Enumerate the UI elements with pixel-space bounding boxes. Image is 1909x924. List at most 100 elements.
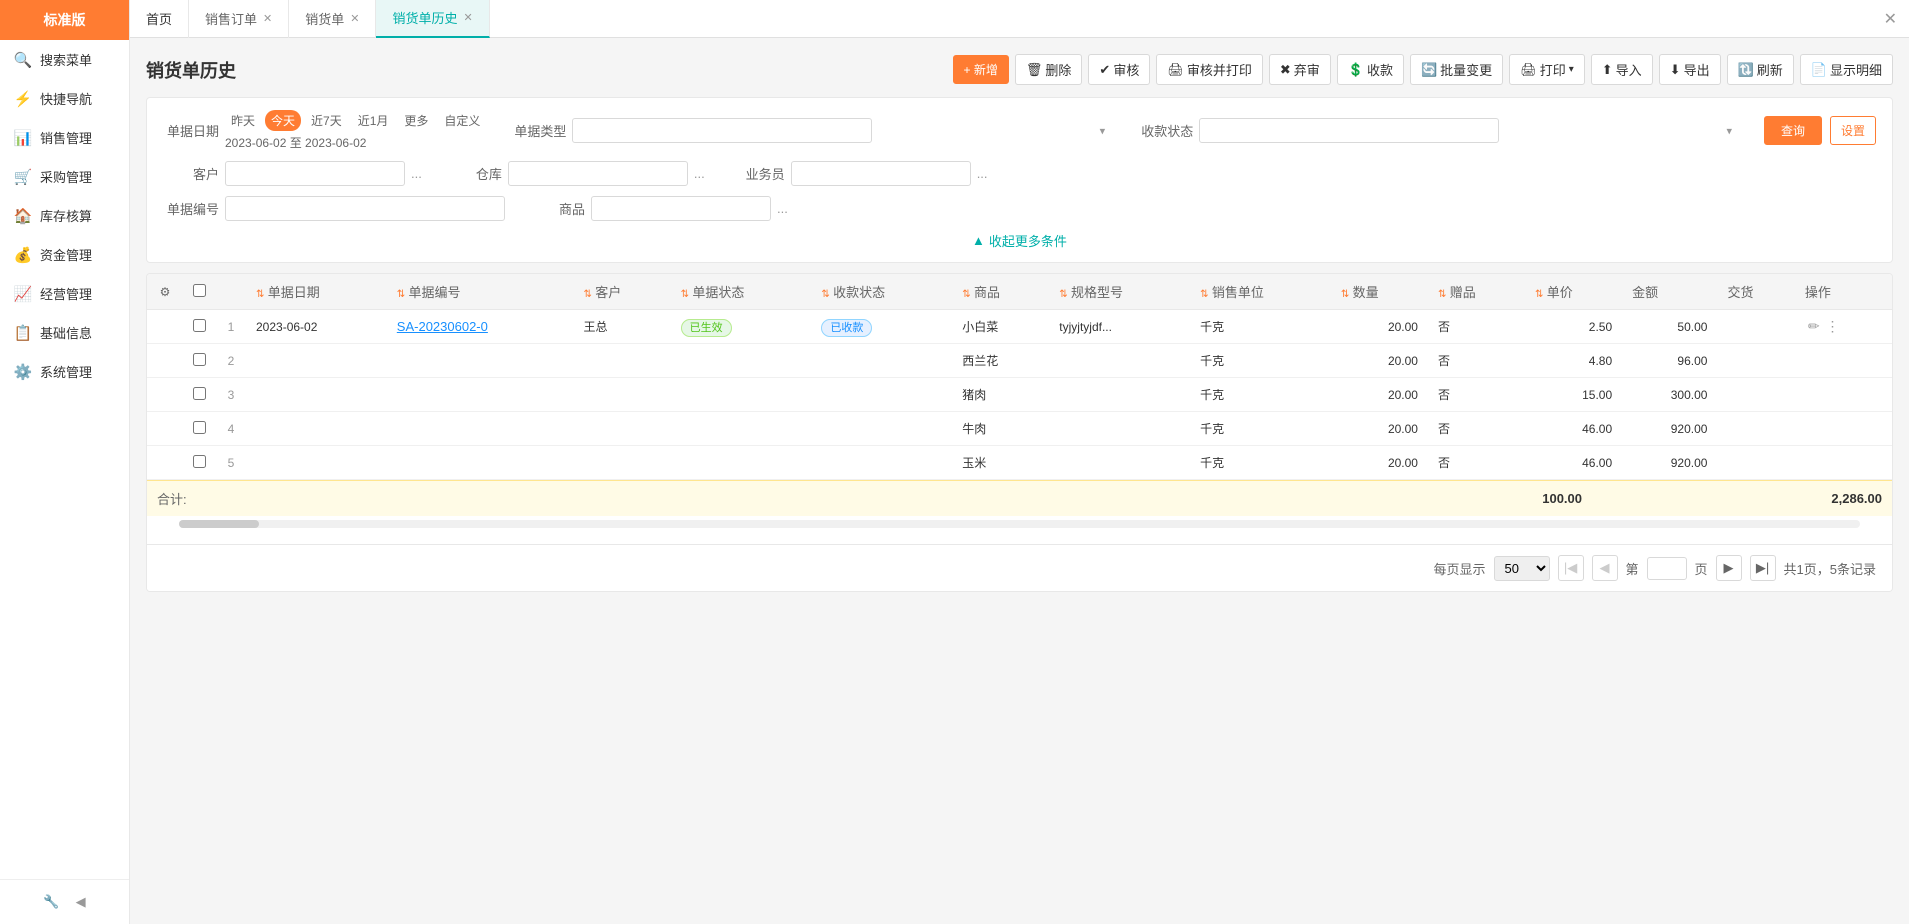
row-checkbox-cell[interactable] bbox=[183, 378, 216, 412]
row-checkbox[interactable] bbox=[193, 421, 206, 434]
tab-bar: 首页 销售订单 ✕ 销货单 ✕ 销货单历史 ✕ ✕ bbox=[130, 0, 1909, 38]
customer-ellipsis-icon[interactable]: ... bbox=[411, 166, 422, 181]
col-collect-status[interactable]: ⇅ 收款状态 bbox=[811, 274, 952, 310]
sort-icon: ⇅ bbox=[681, 289, 689, 300]
delete-button[interactable]: 🗑 删除 bbox=[1015, 54, 1083, 85]
audit-button[interactable]: ✔ 审核 bbox=[1088, 54, 1150, 85]
select-all-checkbox[interactable] bbox=[193, 284, 206, 297]
staff-input[interactable] bbox=[791, 161, 971, 186]
print-button[interactable]: 🖨 打印 ▾ bbox=[1509, 54, 1585, 85]
batch-change-button[interactable]: 🔄 批量变更 bbox=[1410, 54, 1503, 85]
horizontal-scrollbar[interactable] bbox=[179, 520, 1860, 528]
row-doc-status: 已生效 bbox=[671, 310, 812, 344]
row-checkbox[interactable] bbox=[193, 387, 206, 400]
col-doc-status[interactable]: ⇅ 单据状态 bbox=[671, 274, 812, 310]
collect-button[interactable]: 💲 收款 bbox=[1337, 54, 1404, 85]
query-button[interactable]: 查询 bbox=[1764, 116, 1822, 145]
shortcut-custom[interactable]: 自定义 bbox=[438, 110, 486, 131]
col-doc-no[interactable]: ⇅ 单据编号 bbox=[387, 274, 574, 310]
settings-bottom-icon[interactable]: 🔧 bbox=[43, 894, 59, 910]
show-detail-button[interactable]: 📄 显示明细 bbox=[1800, 54, 1893, 85]
sidebar-item-search-menu[interactable]: 🔍 搜索菜单 bbox=[0, 40, 129, 79]
doc-no-input[interactable] bbox=[225, 196, 505, 221]
shortcut-more[interactable]: 更多 bbox=[398, 110, 434, 131]
operation-mgmt-icon: 📈 bbox=[14, 285, 32, 303]
col-quantity[interactable]: ⇅ 数量 bbox=[1331, 274, 1428, 310]
abandon-button[interactable]: ✖ 弃审 bbox=[1269, 54, 1331, 85]
row-checkbox[interactable] bbox=[193, 353, 206, 366]
footer-total-amount: 2,286.00 bbox=[1802, 491, 1882, 506]
col-goods[interactable]: ⇅ 商品 bbox=[952, 274, 1049, 310]
sidebar-item-system-mgmt[interactable]: ⚙️ 系统管理 bbox=[0, 352, 129, 391]
filter-date-item: 单据日期 昨天 今天 近7天 近1月 更多 自定义 2023-06-02 至 2… bbox=[163, 110, 486, 151]
date-shortcuts: 昨天 今天 近7天 近1月 更多 自定义 2023-06-02 至 2023-0… bbox=[225, 110, 486, 151]
row-checkbox-cell[interactable] bbox=[183, 446, 216, 480]
edit-action-btn[interactable]: ✏ bbox=[1805, 318, 1823, 334]
staff-ellipsis-icon[interactable]: ... bbox=[977, 166, 988, 181]
new-button[interactable]: + 新增 bbox=[953, 55, 1009, 84]
tab-sales-order[interactable]: 销售订单 ✕ bbox=[189, 0, 289, 38]
row-checkbox[interactable] bbox=[193, 319, 206, 332]
shortcut-yesterday[interactable]: 昨天 bbox=[225, 110, 261, 131]
print-chevron-icon: ▾ bbox=[1569, 64, 1574, 75]
prev-page-btn[interactable]: ◀ bbox=[1592, 555, 1618, 581]
collapse-button[interactable]: ▲ 收起更多条件 bbox=[163, 231, 1876, 250]
audit-print-button[interactable]: 🖨 审核并打印 bbox=[1156, 54, 1263, 85]
sidebar-item-purchase-mgmt[interactable]: 🛒 采购管理 bbox=[0, 157, 129, 196]
table-footer: 合计: 100.00 2,286.00 bbox=[147, 480, 1892, 516]
col-customer[interactable]: ⇅ 客户 bbox=[574, 274, 671, 310]
row-checkbox-cell[interactable] bbox=[183, 344, 216, 378]
last-page-btn[interactable]: ▶| bbox=[1750, 555, 1776, 581]
export-button[interactable]: ⬇ 导出 bbox=[1659, 54, 1721, 85]
collect-status-select[interactable] bbox=[1199, 118, 1499, 143]
first-page-btn[interactable]: |◀ bbox=[1558, 555, 1584, 581]
col-doc-date[interactable]: ⇅ 单据日期 bbox=[246, 274, 387, 310]
sort-icon: ⇅ bbox=[821, 289, 829, 300]
col-unit-price[interactable]: ⇅ 单价 bbox=[1525, 274, 1622, 310]
tab-home[interactable]: 首页 bbox=[130, 0, 189, 38]
doc-type-select[interactable] bbox=[572, 118, 872, 143]
goods-input[interactable] bbox=[591, 196, 771, 221]
row-checkbox-cell[interactable] bbox=[183, 412, 216, 446]
tab-sales-goods-history-close[interactable]: ✕ bbox=[464, 11, 473, 24]
sidebar-item-sales-mgmt[interactable]: 📊 销售管理 bbox=[0, 118, 129, 157]
setting-button[interactable]: 设置 bbox=[1830, 116, 1876, 145]
shortcut-week7[interactable]: 近7天 bbox=[305, 110, 348, 131]
system-mgmt-icon: ⚙️ bbox=[14, 363, 32, 381]
next-page-btn[interactable]: ▶ bbox=[1716, 555, 1742, 581]
row-checkbox-cell[interactable] bbox=[183, 310, 216, 344]
goods-ellipsis-icon[interactable]: ... bbox=[777, 201, 788, 216]
row-checkbox[interactable] bbox=[193, 455, 206, 468]
import-button[interactable]: ⬆ 导入 bbox=[1591, 54, 1653, 85]
col-sales-unit[interactable]: ⇅ 销售单位 bbox=[1190, 274, 1331, 310]
refresh-button[interactable]: 🔃 刷新 bbox=[1727, 54, 1794, 85]
row-spec bbox=[1049, 344, 1190, 378]
col-spec[interactable]: ⇅ 规格型号 bbox=[1049, 274, 1190, 310]
more-action-btn[interactable]: ⋮ bbox=[1823, 318, 1843, 334]
sidebar-item-basic-info[interactable]: 📋 基础信息 bbox=[0, 313, 129, 352]
scrollbar-thumb[interactable] bbox=[179, 520, 259, 528]
doc-no-link[interactable]: SA-20230602-0 bbox=[397, 319, 488, 334]
tab-sales-order-close[interactable]: ✕ bbox=[263, 12, 272, 25]
row-spec: tyjyjtyjdf... bbox=[1049, 310, 1190, 344]
warehouse-input[interactable] bbox=[508, 161, 688, 186]
sidebar-item-capital-mgmt[interactable]: 💰 资金管理 bbox=[0, 235, 129, 274]
tab-sales-goods[interactable]: 销货单 ✕ bbox=[289, 0, 376, 38]
page-size-select[interactable]: 50 100 200 bbox=[1494, 556, 1550, 581]
col-gift[interactable]: ⇅ 赠品 bbox=[1428, 274, 1525, 310]
sidebar-item-operation-mgmt[interactable]: 📈 经营管理 bbox=[0, 274, 129, 313]
tab-sales-goods-close[interactable]: ✕ bbox=[350, 12, 359, 25]
warehouse-ellipsis-icon[interactable]: ... bbox=[694, 166, 705, 181]
customer-input[interactable] bbox=[225, 161, 405, 186]
shortcut-today[interactable]: 今天 bbox=[265, 110, 301, 131]
sidebar-item-quick-nav[interactable]: ⚡ 快捷导航 bbox=[0, 79, 129, 118]
tab-bar-close-btn[interactable]: ✕ bbox=[1872, 9, 1909, 29]
col-checkbox[interactable] bbox=[183, 274, 216, 310]
tab-sales-goods-history[interactable]: 销货单历史 ✕ bbox=[376, 0, 489, 38]
row-customer bbox=[574, 344, 671, 378]
sidebar-item-inventory-calc[interactable]: 🏠 库存核算 bbox=[0, 196, 129, 235]
collapse-bottom-icon[interactable]: ◀ bbox=[76, 894, 86, 910]
shortcut-month1[interactable]: 近1月 bbox=[352, 110, 395, 131]
page-number-input[interactable]: 1 bbox=[1647, 557, 1687, 580]
col-settings[interactable]: ⚙ bbox=[147, 274, 183, 310]
